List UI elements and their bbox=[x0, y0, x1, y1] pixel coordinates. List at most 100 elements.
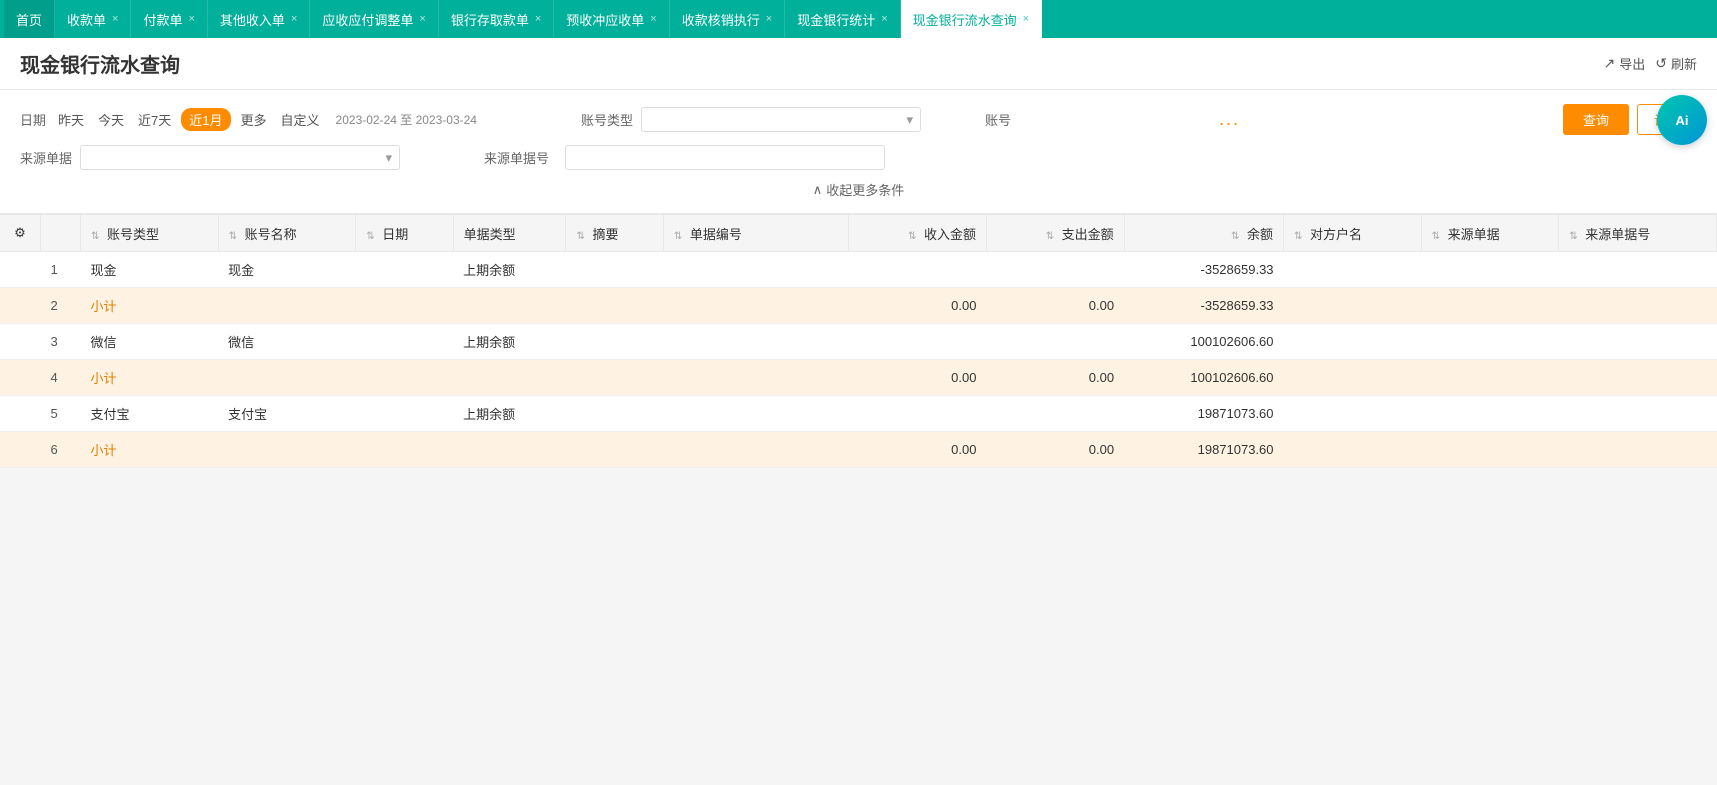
nav-tab-prepay-offset-label: 预收冲应收单 bbox=[566, 10, 644, 29]
export-icon: ↗ bbox=[1604, 55, 1616, 72]
column-source-doc-label: 来源单据 bbox=[1448, 227, 1500, 242]
nav-tab-receipt[interactable]: 收款单 × bbox=[55, 0, 131, 38]
date-filter-group: 日期 昨天 今天 近7天 近1月 更多 自定义 2023-02-24 至 202… bbox=[20, 108, 477, 131]
sort-icon: ⇅ bbox=[1569, 231, 1577, 242]
account-dots-button[interactable]: ... bbox=[1219, 109, 1240, 130]
close-icon[interactable]: × bbox=[535, 13, 541, 25]
close-icon[interactable]: × bbox=[419, 13, 425, 25]
table-cell: 现金 bbox=[218, 252, 356, 288]
nav-tab-bank-flow-label: 现金银行流水查询 bbox=[913, 10, 1017, 29]
table-cell bbox=[1284, 396, 1422, 432]
close-icon[interactable]: × bbox=[650, 13, 656, 25]
table-cell bbox=[1421, 432, 1559, 468]
table-cell bbox=[1284, 288, 1422, 324]
table-cell: 小计 bbox=[81, 432, 219, 468]
table-cell bbox=[986, 252, 1124, 288]
table-cell bbox=[1559, 324, 1717, 360]
date-opt-7days[interactable]: 近7天 bbox=[134, 108, 175, 131]
date-opt-1month[interactable]: 近1月 bbox=[181, 108, 230, 131]
account-type-label: 账号类型 bbox=[581, 110, 633, 129]
page-title: 现金银行流水查询 bbox=[20, 49, 180, 78]
column-doc-type[interactable]: 单据类型 bbox=[453, 215, 566, 252]
column-source-doc-no[interactable]: ⇅ 来源单据号 bbox=[1559, 215, 1717, 252]
table-cell bbox=[218, 360, 356, 396]
table-cell bbox=[1284, 432, 1422, 468]
nav-tab-home[interactable]: 首页 bbox=[4, 0, 55, 38]
source-doc-select[interactable] bbox=[80, 145, 400, 170]
ai-badge-label: Ai bbox=[1676, 113, 1689, 128]
nav-tab-bank-flow[interactable]: 现金银行流水查询 × bbox=[901, 0, 1042, 38]
close-icon[interactable]: × bbox=[881, 13, 887, 25]
table-row[interactable]: 4小计0.000.00100102606.60 bbox=[0, 360, 1717, 396]
table-cell: 0.00 bbox=[849, 432, 987, 468]
date-opt-more[interactable]: 更多 bbox=[237, 108, 271, 131]
column-counterparty[interactable]: ⇅ 对方户名 bbox=[1284, 215, 1422, 252]
table-row[interactable]: 2小计0.000.00-3528659.33 bbox=[0, 288, 1717, 324]
filter-row-2: 来源单据 来源单据号 bbox=[20, 145, 1697, 170]
nav-tab-bank-stats[interactable]: 现金银行统计 × bbox=[785, 0, 900, 38]
table-cell bbox=[663, 360, 848, 396]
table-cell bbox=[1559, 432, 1717, 468]
column-doc-no[interactable]: ⇅ 单据编号 bbox=[663, 215, 848, 252]
sort-icon: ⇅ bbox=[229, 231, 237, 242]
column-account-name-label: 账号名称 bbox=[245, 227, 297, 242]
nav-tab-ar-adjust[interactable]: 应收应付调整单 × bbox=[310, 0, 438, 38]
nav-tab-bank-stats-label: 现金银行统计 bbox=[797, 10, 875, 29]
close-icon[interactable]: × bbox=[291, 13, 297, 25]
column-counterparty-label: 对方户名 bbox=[1310, 227, 1362, 242]
nav-tab-prepay-offset[interactable]: 预收冲应收单 × bbox=[554, 0, 669, 38]
column-balance[interactable]: ⇅ 余额 bbox=[1124, 215, 1283, 252]
account-type-select[interactable] bbox=[641, 107, 921, 132]
table-cell: 0.00 bbox=[849, 288, 987, 324]
table-cell bbox=[1421, 396, 1559, 432]
table-cell: 小计 bbox=[81, 360, 219, 396]
source-doc-no-input[interactable] bbox=[565, 145, 885, 170]
nav-tab-payment-label: 付款单 bbox=[143, 10, 182, 29]
column-doc-type-label: 单据类型 bbox=[464, 227, 516, 242]
table-cell bbox=[1421, 324, 1559, 360]
source-doc-no-label: 来源单据号 bbox=[484, 148, 549, 167]
close-icon[interactable]: × bbox=[188, 13, 194, 25]
ai-assistant-button[interactable]: Ai bbox=[1657, 95, 1707, 145]
table-cell bbox=[566, 288, 663, 324]
column-source-doc[interactable]: ⇅ 来源单据 bbox=[1421, 215, 1559, 252]
column-expense[interactable]: ⇅ 支出金额 bbox=[986, 215, 1124, 252]
table-cell bbox=[1284, 324, 1422, 360]
table-row[interactable]: 1现金现金上期余额-3528659.33 bbox=[0, 252, 1717, 288]
export-button[interactable]: ↗ 导出 bbox=[1604, 54, 1646, 73]
source-doc-no-filter-group: 来源单据号 bbox=[484, 145, 885, 170]
table-cell bbox=[1559, 396, 1717, 432]
source-doc-select-wrapper[interactable] bbox=[80, 145, 400, 170]
table-cell: 上期余额 bbox=[453, 252, 566, 288]
date-opt-custom[interactable]: 自定义 bbox=[277, 108, 324, 131]
export-label: 导出 bbox=[1619, 54, 1645, 73]
nav-tab-payment[interactable]: 付款单 × bbox=[131, 0, 207, 38]
table-cell: -3528659.33 bbox=[1124, 252, 1283, 288]
table-row[interactable]: 3微信微信上期余额100102606.60 bbox=[0, 324, 1717, 360]
gear-icon[interactable]: ⚙ bbox=[10, 223, 30, 243]
nav-tab-bank-deposit[interactable]: 银行存取款单 × bbox=[439, 0, 554, 38]
close-icon[interactable]: × bbox=[1023, 13, 1029, 25]
nav-tab-collection-exec[interactable]: 收款核销执行 × bbox=[670, 0, 785, 38]
column-date[interactable]: ⇅ 日期 bbox=[356, 215, 453, 252]
column-account-name[interactable]: ⇅ 账号名称 bbox=[218, 215, 356, 252]
date-opt-yesterday[interactable]: 昨天 bbox=[54, 108, 88, 131]
refresh-button[interactable]: ↺ 刷新 bbox=[1655, 54, 1697, 73]
table-cell bbox=[566, 432, 663, 468]
column-income[interactable]: ⇅ 收入金额 bbox=[849, 215, 987, 252]
table-row[interactable]: 5支付宝支付宝上期余额19871073.60 bbox=[0, 396, 1717, 432]
nav-tab-other-income[interactable]: 其他收入单 × bbox=[208, 0, 310, 38]
account-type-select-wrapper[interactable] bbox=[641, 107, 921, 132]
column-account-type[interactable]: ⇅ 账号类型 bbox=[81, 215, 219, 252]
column-summary[interactable]: ⇅ 摘要 bbox=[566, 215, 663, 252]
table-cell bbox=[218, 432, 356, 468]
close-icon[interactable]: × bbox=[766, 13, 772, 25]
collapse-button[interactable]: ∧ 收起更多条件 bbox=[813, 180, 905, 199]
query-button[interactable]: 查询 bbox=[1563, 104, 1629, 135]
table-cell bbox=[1559, 288, 1717, 324]
table-row[interactable]: 6小计0.000.0019871073.60 bbox=[0, 432, 1717, 468]
date-opt-today[interactable]: 今天 bbox=[94, 108, 128, 131]
table-cell bbox=[663, 432, 848, 468]
close-icon[interactable]: × bbox=[112, 13, 118, 25]
table-cell bbox=[0, 288, 41, 324]
